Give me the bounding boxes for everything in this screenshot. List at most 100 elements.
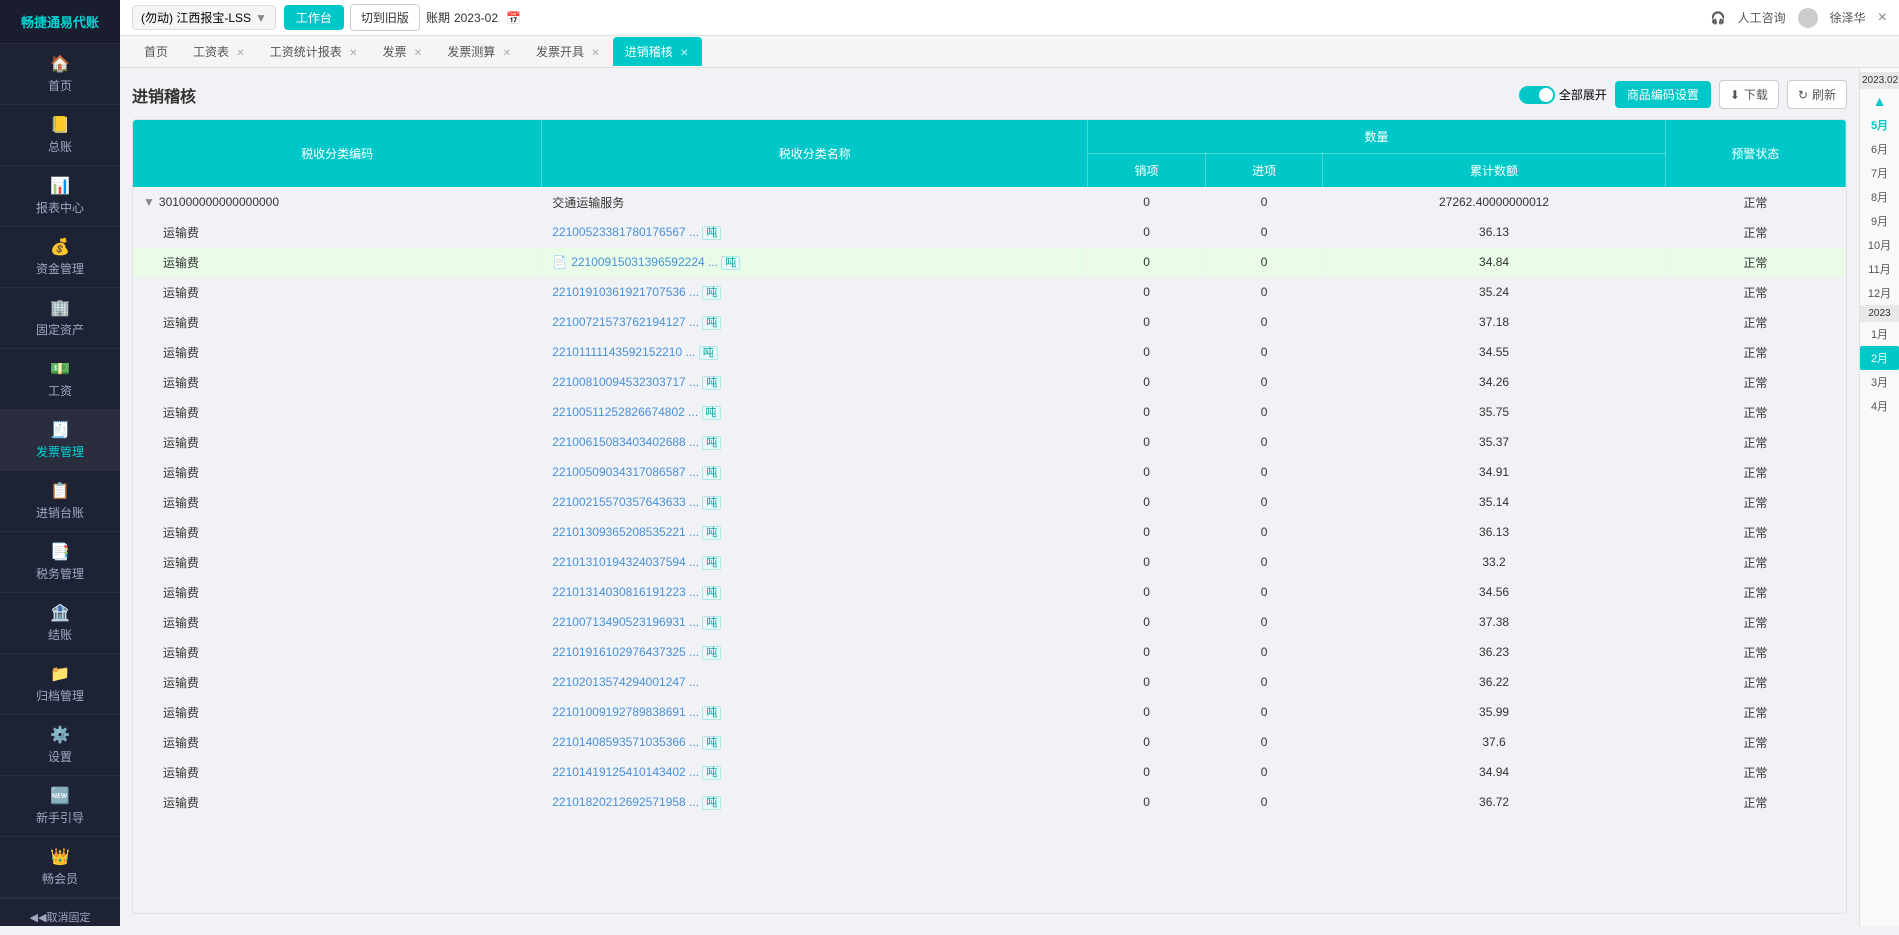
cell-sale-qty: 0: [1088, 637, 1206, 667]
cell-invoice: 22102013574294001247 ...: [542, 667, 1088, 697]
sidebar-item-label: 总账: [48, 138, 72, 155]
tab-invoice-calc[interactable]: 发票测算 ✕: [435, 37, 524, 66]
table-row[interactable]: 运输费 22102013574294001247 ... 0 0 36.22 正…: [133, 667, 1846, 697]
table-row[interactable]: 运输费 22101009192789838691 ... 吨 0 0 35.99…: [133, 697, 1846, 727]
sidebar-item-purchase[interactable]: 📋 进销台账: [0, 471, 120, 532]
cal-month-11[interactable]: 11月: [1860, 257, 1899, 281]
sidebar-item-settings[interactable]: ⚙️ 设置: [0, 715, 120, 776]
cell-invoice: 22101910361921707536 ... 吨: [542, 277, 1088, 307]
col-header-code: 税收分类编码: [133, 120, 542, 187]
sidebar-item-ledger[interactable]: 📒 总账: [0, 105, 120, 166]
cal-month-9[interactable]: 9月: [1860, 209, 1899, 233]
tab-close-icon[interactable]: ✕: [591, 48, 599, 59]
switch-version-button[interactable]: 切到旧版: [350, 4, 420, 31]
cal-month-8[interactable]: 8月: [1860, 185, 1899, 209]
table-row[interactable]: 运输费 22101314030816191223 ... 吨 0 0 34.56…: [133, 577, 1846, 607]
table-row[interactable]: 运输费 22100509034317086587 ... 吨 0 0 34.91…: [133, 457, 1846, 487]
cal-month-12[interactable]: 12月: [1860, 281, 1899, 305]
tab-close-icon[interactable]: ✕: [236, 48, 244, 59]
tab-close-icon[interactable]: ✕: [503, 48, 511, 59]
cal-month-6[interactable]: 6月: [1860, 137, 1899, 161]
cell-name: 交通运输服务: [542, 187, 1088, 217]
settings-button[interactable]: 商品编码设置: [1615, 81, 1711, 108]
table-row[interactable]: 运输费 22101419125410143402 ... 吨 0 0 34.94…: [133, 757, 1846, 787]
user-name[interactable]: 徐泽华: [1830, 9, 1866, 26]
table-row[interactable]: 运输费 22101820212692571958 ... 吨 0 0 36.72…: [133, 787, 1846, 817]
expand-toggle[interactable]: 全部展开: [1519, 86, 1607, 104]
sidebar-item-settlement[interactable]: 🏦 结账: [0, 593, 120, 654]
tab-invoice[interactable]: 发票 ✕: [371, 37, 436, 66]
sidebar-item-tax[interactable]: 📑 税务管理: [0, 532, 120, 593]
col-header-name: 税收分类名称: [542, 120, 1088, 187]
cal-month-10[interactable]: 10月: [1860, 233, 1899, 257]
cell-status: 正常: [1665, 397, 1845, 427]
cell-invoice: 22100615083403402688 ... 吨: [542, 427, 1088, 457]
cell-status: 正常: [1665, 307, 1845, 337]
sidebar-item-salary[interactable]: 💵 工资: [0, 349, 120, 410]
table-row[interactable]: 运输费 22100215570357643633 ... 吨 0 0 35.14…: [133, 487, 1846, 517]
table-row[interactable]: 运输费 22100615083403402688 ... 吨 0 0 35.37…: [133, 427, 1846, 457]
tab-salary-stats[interactable]: 工资统计报表 ✕: [258, 37, 371, 66]
table-row[interactable]: 运输费 22101916102976437325 ... 吨 0 0 36.23…: [133, 637, 1846, 667]
cal-month-3[interactable]: 3月: [1860, 370, 1899, 394]
sidebar-item-label: 进销台账: [36, 504, 84, 521]
sidebar-item-invoices[interactable]: 🧾 发票管理: [0, 410, 120, 471]
table-row[interactable]: 运输费 22100721573762194127 ... 吨 0 0 37.18…: [133, 307, 1846, 337]
company-selector[interactable]: (勿动) 江西报宝-LSS ▼: [132, 5, 276, 30]
company-name: (勿动) 江西报宝-LSS: [141, 9, 251, 26]
tab-close-icon[interactable]: ✕: [349, 48, 357, 59]
table-row[interactable]: 运输费 22101310194324037594 ... 吨 0 0 33.2 …: [133, 547, 1846, 577]
table-row[interactable]: 运输费 22100713490523196931 ... 吨 0 0 37.38…: [133, 607, 1846, 637]
table-row[interactable]: 运输费 22101910361921707536 ... 吨 0 0 35.24…: [133, 277, 1846, 307]
toggle-label: 全部展开: [1559, 86, 1607, 103]
period-value: 2023-02: [454, 11, 498, 25]
table-row[interactable]: 运输费 22101309365208535221 ... 吨 0 0 36.13…: [133, 517, 1846, 547]
workbench-button[interactable]: 工作台: [284, 5, 344, 30]
sidebar-item-member[interactable]: 👑 畅会员: [0, 837, 120, 898]
cell-status: 正常: [1665, 487, 1845, 517]
sidebar-item-home[interactable]: 🏠 首页: [0, 44, 120, 105]
download-button[interactable]: ⬇ 下载: [1719, 80, 1779, 109]
cal-month-1[interactable]: 1月: [1860, 322, 1899, 346]
tab-reconcile[interactable]: 进销稽核 ✕: [613, 37, 702, 66]
table-row[interactable]: 运输费 22100523381780176567 ... 吨 0 0 36.13…: [133, 217, 1846, 247]
sidebar-item-funds[interactable]: 💰 资金管理: [0, 227, 120, 288]
unpin-button[interactable]: ◀◀ 取消固定: [0, 898, 120, 935]
toggle-bg[interactable]: [1519, 86, 1555, 104]
data-table: 税收分类编码 税收分类名称 数量 预警状态 销项 进项 累计数额: [132, 119, 1847, 914]
cal-month-5[interactable]: 5月: [1860, 113, 1899, 137]
sidebar-item-reports[interactable]: 📊 报表中心: [0, 166, 120, 227]
cal-month-7[interactable]: 7月: [1860, 161, 1899, 185]
sidebar-item-assets[interactable]: 🏢 固定资产: [0, 288, 120, 349]
calendar-icon[interactable]: 📅: [506, 11, 521, 25]
tab-salary-table[interactable]: 工资表 ✕: [181, 37, 258, 66]
tab-close-icon[interactable]: ✕: [680, 48, 688, 59]
table-row[interactable]: 运输费 📄22100915031396592224 ... 吨 0 0 34.8…: [133, 247, 1846, 277]
cell-cumulative: 36.72: [1323, 787, 1665, 817]
cal-year-2023[interactable]: 2023: [1860, 305, 1899, 322]
table-row[interactable]: 运输费 22100511252826674802 ... 吨 0 0 35.75…: [133, 397, 1846, 427]
tab-close-icon[interactable]: ✕: [414, 48, 422, 59]
support-label[interactable]: 人工咨询: [1738, 9, 1786, 26]
tab-home[interactable]: 首页: [132, 37, 181, 66]
cal-month-2-active[interactable]: 2月: [1860, 346, 1899, 370]
cell-cumulative: 37.18: [1323, 307, 1665, 337]
sidebar-item-guide[interactable]: 🆕 新手引导: [0, 776, 120, 837]
cal-nav-up[interactable]: ▲: [1869, 89, 1891, 113]
refresh-button[interactable]: ↻ 刷新: [1787, 80, 1847, 109]
refresh-icon: ↻: [1798, 88, 1808, 102]
cell-invoice: 22101009192789838691 ... 吨: [542, 697, 1088, 727]
cell-cumulative: 37.6: [1323, 727, 1665, 757]
tab-invoice-open[interactable]: 发票开具 ✕: [524, 37, 613, 66]
sidebar-item-archive[interactable]: 📁 归档管理: [0, 654, 120, 715]
sidebar-item-label: 畅会员: [42, 870, 78, 887]
table-row[interactable]: 运输费 22100810094532303717 ... 吨 0 0 34.26…: [133, 367, 1846, 397]
cell-purchase-qty: 0: [1205, 667, 1323, 697]
cal-month-4[interactable]: 4月: [1860, 394, 1899, 418]
period-display: 账期 2023-02 📅: [426, 9, 525, 26]
cal-year-2023-02-top[interactable]: 2023.02: [1860, 72, 1899, 89]
table-row[interactable]: 运输费 22101111143592152210 ... 吨 0 0 34.55…: [133, 337, 1846, 367]
table-row[interactable]: ▼301000000000000000 交通运输服务 0 0 27262.400…: [133, 187, 1846, 217]
close-button[interactable]: ×: [1878, 9, 1887, 27]
table-row[interactable]: 运输费 22101408593571035366 ... 吨 0 0 37.6 …: [133, 727, 1846, 757]
